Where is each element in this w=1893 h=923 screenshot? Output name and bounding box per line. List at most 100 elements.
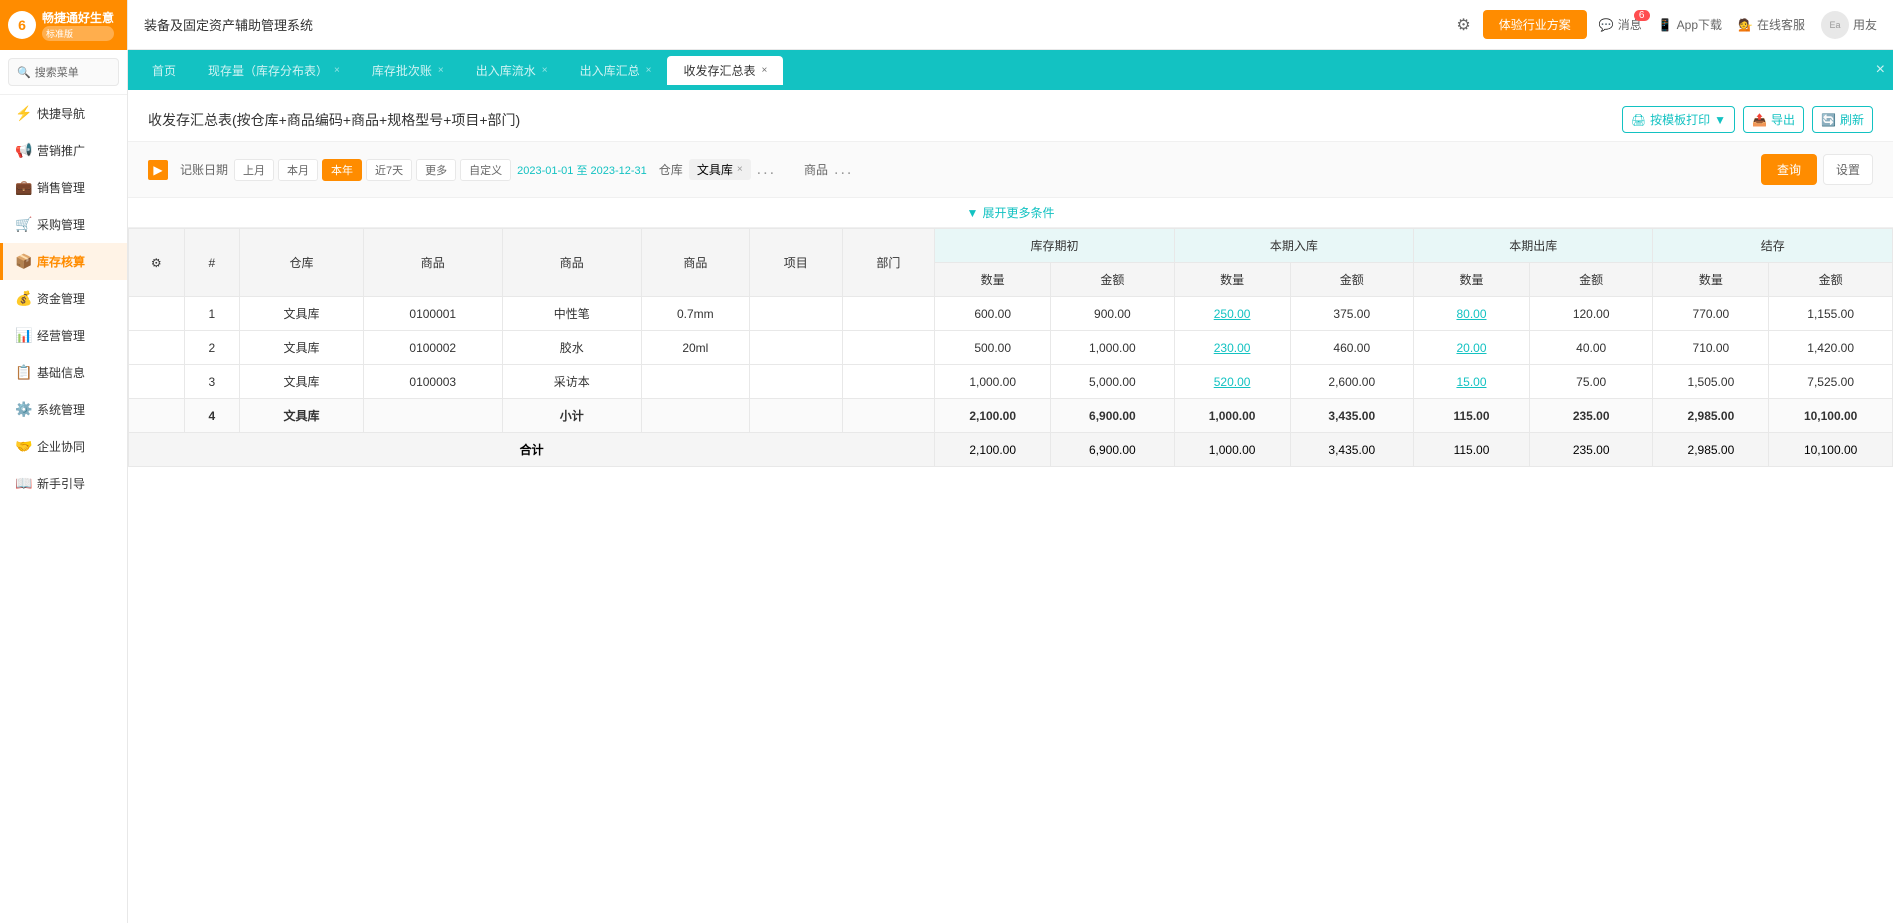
col-closing-amt-header: 金额 (1769, 263, 1893, 297)
row-dept (842, 365, 935, 399)
row-opening-amt: 1,000.00 (1051, 331, 1175, 365)
row-warehouse: 文具库 (240, 365, 364, 399)
col-num-header: # (184, 229, 240, 297)
col-in-amt-header: 金额 (1290, 263, 1414, 297)
date-7days[interactable]: 近7天 (366, 159, 412, 181)
row-closing-amt: 1,155.00 (1769, 297, 1893, 331)
col-code-header: 商品 (363, 229, 502, 297)
export-button[interactable]: 📤 导出 (1743, 106, 1804, 133)
row-in-qty[interactable]: 250.00 (1174, 297, 1290, 331)
row-settings[interactable] (129, 365, 185, 399)
row-num: 2 (184, 331, 240, 365)
col-opening-amt-header: 金额 (1051, 263, 1175, 297)
sidebar-item-purchase[interactable]: 🛒 采购管理 (0, 206, 127, 243)
row-in-qty[interactable]: 230.00 (1174, 331, 1290, 365)
tab-stock-distribution[interactable]: 现存量（库存分布表） × (192, 56, 356, 85)
row-opening-amt: 900.00 (1051, 297, 1175, 331)
sidebar-item-system[interactable]: ⚙️ 系统管理 (0, 391, 127, 428)
app-download-button[interactable]: 📱 App下载 (1658, 16, 1722, 33)
tab-flow[interactable]: 出入库流水 × (460, 56, 564, 85)
data-table: ⚙ # 仓库 商品 商品 商品 项目 部门 库存期初 本期入库 本期出库 结存 (128, 228, 1893, 467)
refresh-button[interactable]: 🔄 刷新 (1812, 106, 1873, 133)
row-project (749, 365, 842, 399)
row-name: 胶水 (502, 331, 641, 365)
row-opening-qty: 1,000.00 (935, 365, 1051, 399)
date-custom[interactable]: 自定义 (460, 159, 511, 181)
marketing-icon: 📢 (15, 142, 31, 159)
trial-button[interactable]: 体验行业方案 (1483, 10, 1587, 39)
filter-toggle-button[interactable]: ▶ (148, 160, 168, 180)
app-icon: 📱 (1658, 18, 1673, 32)
tab-home[interactable]: 首页 (136, 56, 192, 85)
tab-close-batch-account[interactable]: × (438, 65, 444, 76)
sidebar-item-basic[interactable]: 📋 基础信息 (0, 354, 127, 391)
user-button[interactable]: Ea 用友 (1821, 11, 1877, 39)
row-code: 0100001 (363, 297, 502, 331)
tab-batch-account[interactable]: 库存批次账 × (356, 56, 460, 85)
row-spec (641, 365, 749, 399)
warehouse-more[interactable]: ... (757, 161, 776, 179)
settings-icon[interactable]: ⚙ (1456, 15, 1470, 35)
warehouse-label: 仓库 (659, 161, 683, 178)
message-button[interactable]: 💬 消息 6 (1599, 16, 1642, 33)
row-out-qty[interactable]: 115.00 (1414, 399, 1530, 433)
sales-icon: 💼 (15, 179, 31, 196)
row-out-qty[interactable]: 15.00 (1414, 365, 1530, 399)
print-button[interactable]: 🖨 按模板打印 ▼ (1622, 106, 1735, 133)
sidebar-item-sales[interactable]: 💼 销售管理 (0, 169, 127, 206)
date-label: 记账日期 (180, 161, 228, 178)
sidebar: 6 畅捷通好生意 标准版 🔍 搜索菜单 ⚡ 快捷导航 📢 营销推广 💼 销售管理… (0, 0, 128, 923)
date-filter-group: 记账日期 上月 本月 本年 近7天 更多 自定义 2023-01-01 至 20… (180, 159, 647, 181)
topbar-right: 💬 消息 6 📱 App下载 💁 在线客服 Ea 用友 (1599, 11, 1877, 39)
service-button[interactable]: 💁 在线客服 (1738, 16, 1805, 33)
tab-receive-summary[interactable]: 收发存汇总表 × (667, 56, 783, 85)
sidebar-item-operations[interactable]: 📊 经营管理 (0, 317, 127, 354)
goods-more[interactable]: ... (834, 161, 853, 179)
row-code: 0100003 (363, 365, 502, 399)
tab-close-stock-distribution[interactable]: × (334, 65, 340, 76)
date-last-month[interactable]: 上月 (234, 159, 274, 181)
tab-close-summary[interactable]: × (646, 65, 652, 76)
sidebar-item-marketing[interactable]: 📢 营销推广 (0, 132, 127, 169)
sidebar-item-inventory[interactable]: 📦 库存核算 (0, 243, 127, 280)
row-settings[interactable] (129, 399, 185, 433)
close-all-tabs-button[interactable]: × (1876, 61, 1885, 79)
tab-close-receive-summary[interactable]: × (761, 65, 767, 76)
row-out-qty[interactable]: 20.00 (1414, 331, 1530, 365)
search-menu-button[interactable]: 🔍 搜索菜单 (8, 58, 119, 86)
date-this-month[interactable]: 本月 (278, 159, 318, 181)
footer-in-qty: 1,000.00 (1174, 433, 1290, 467)
sidebar-item-enterprise[interactable]: 🤝 企业协同 (0, 428, 127, 465)
logo-text: 畅捷通好生意 标准版 (42, 9, 114, 41)
tab-close-flow[interactable]: × (542, 65, 548, 76)
row-closing-amt: 1,420.00 (1769, 331, 1893, 365)
query-button[interactable]: 查询 (1761, 154, 1817, 185)
col-opening-header: 库存期初 (935, 229, 1174, 263)
sidebar-item-finance[interactable]: 💰 资金管理 (0, 280, 127, 317)
row-in-qty[interactable]: 520.00 (1174, 365, 1290, 399)
footer-out-amt: 235.00 (1529, 433, 1653, 467)
filter-settings-button[interactable]: 设置 (1823, 154, 1873, 185)
sidebar-item-quick[interactable]: ⚡ 快捷导航 (0, 95, 127, 132)
row-settings[interactable] (129, 297, 185, 331)
row-num: 3 (184, 365, 240, 399)
tab-summary[interactable]: 出入库汇总 × (564, 56, 668, 85)
row-in-amt: 2,600.00 (1290, 365, 1414, 399)
row-out-qty[interactable]: 80.00 (1414, 297, 1530, 331)
col-settings-header[interactable]: ⚙ (129, 229, 185, 297)
row-settings[interactable] (129, 331, 185, 365)
row-in-amt: 460.00 (1290, 331, 1414, 365)
row-in-qty[interactable]: 1,000.00 (1174, 399, 1290, 433)
operations-icon: 📊 (15, 327, 31, 344)
footer-closing-qty: 2,985.00 (1653, 433, 1769, 467)
date-this-year[interactable]: 本年 (322, 159, 362, 181)
date-more[interactable]: 更多 (416, 159, 456, 181)
row-num: 1 (184, 297, 240, 331)
system-title: 装备及固定资产辅助管理系统 (144, 15, 1444, 34)
search-icon: 🔍 (17, 66, 31, 79)
sidebar-item-guide[interactable]: 📖 新手引导 (0, 465, 127, 502)
warehouse-tag-close[interactable]: × (737, 164, 743, 175)
expand-conditions-button[interactable]: ▼ 展开更多条件 (967, 204, 1055, 221)
print-icon: 🖨 (1631, 113, 1646, 127)
row-opening-qty: 600.00 (935, 297, 1051, 331)
